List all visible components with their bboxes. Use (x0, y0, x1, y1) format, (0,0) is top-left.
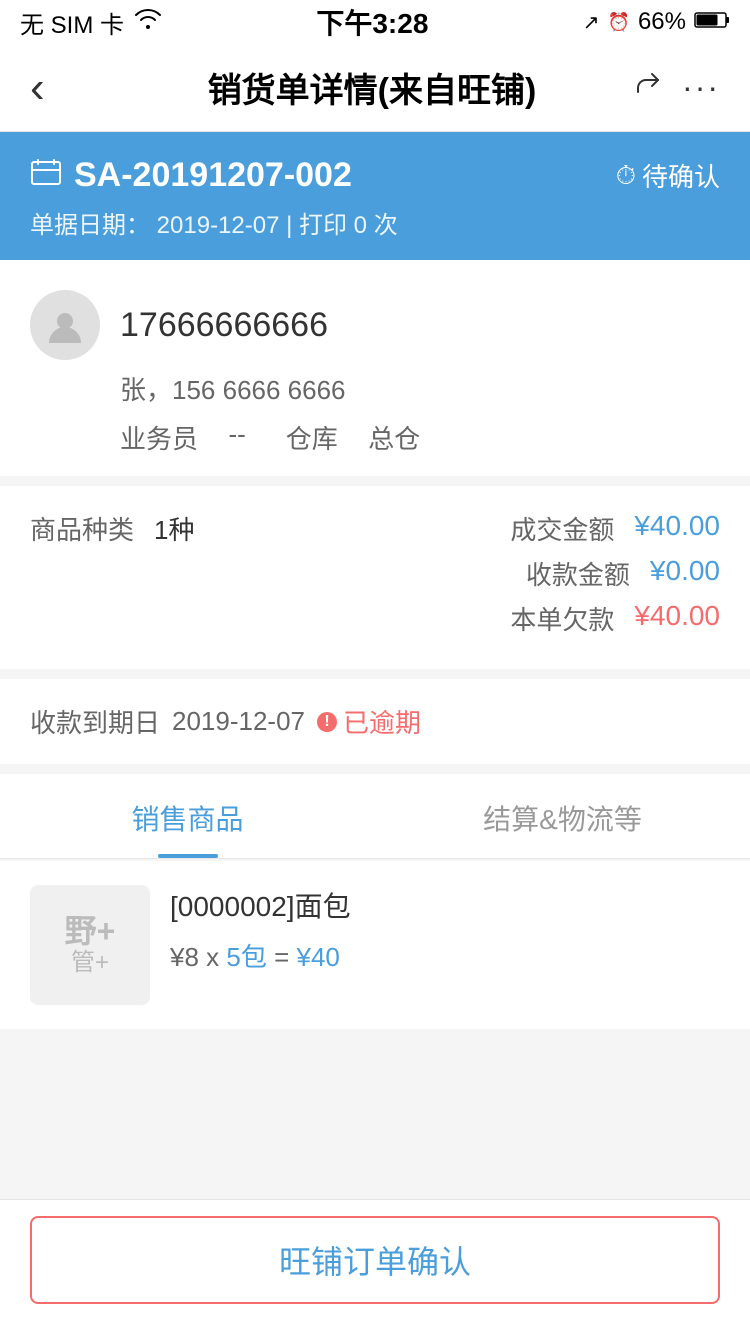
owed-value: ¥40.00 (634, 600, 720, 637)
amount-value: ¥40.00 (634, 510, 720, 547)
carrier-label: 无 SIM 卡 (20, 5, 124, 40)
overdue-text: 已逾期 (343, 703, 421, 740)
tabs-section: 销售商品 结算&物流等 (0, 774, 750, 859)
tab-sales-product[interactable]: 销售商品 (0, 774, 375, 858)
due-section: 收款到期日 2019-12-07 ! 已逾期 (0, 679, 750, 764)
product-name: [0000002]面包 (170, 885, 720, 925)
page-title: 销货单详情(来自旺铺) (110, 63, 634, 112)
bottom-bar: 旺铺订单确认 (0, 1199, 750, 1334)
quantity: 5包 (226, 942, 266, 972)
back-button[interactable]: ‹ (30, 63, 45, 113)
overdue-icon: ! (317, 712, 337, 732)
confirm-order-button[interactable]: 旺铺订单确认 (30, 1216, 720, 1304)
owed-row: 本单欠款 ¥40.00 (510, 600, 720, 637)
product-type-value: 1种 (154, 510, 194, 547)
due-date-value: 2019-12-07 (172, 706, 305, 737)
tab-settlement[interactable]: 结算&物流等 (375, 774, 750, 858)
share-icon[interactable] (634, 70, 662, 105)
product-type-label: 商品种类 (30, 510, 134, 547)
more-icon[interactable]: ··· (682, 69, 720, 106)
header-card-top: SA-20191207-002 ⏱ 待确认 (30, 156, 720, 195)
unit-price: ¥8 (170, 942, 199, 972)
nav-right: ··· (634, 69, 720, 106)
battery-label: 66% (638, 8, 686, 36)
order-status: ⏱ 待确认 (616, 157, 720, 194)
header-card: SA-20191207-002 ⏱ 待确认 单据日期： 2019-12-07 |… (0, 132, 750, 260)
nav-bar: ‹ 销货单详情(来自旺铺) ··· (0, 44, 750, 132)
nav-left: ‹ (30, 63, 110, 113)
customer-meta: 业务员 -- 仓库 总仓 (120, 419, 720, 456)
wifi-icon (134, 8, 162, 36)
product-section: 野+ 管+ [0000002]面包 ¥8 x 5包 = ¥40 (0, 861, 750, 1029)
avatar (30, 290, 100, 360)
summary-section: 商品种类 1种 成交金额 ¥40.00 收款金额 ¥0.00 本单欠款 ¥40.… (0, 486, 750, 669)
location-icon: ↗ (583, 10, 600, 35)
product-item: 野+ 管+ [0000002]面包 ¥8 x 5包 = ¥40 (0, 861, 750, 1029)
battery-icon (694, 8, 730, 36)
customer-section: 17666666666 张，156 6666 6666 业务员 -- 仓库 总仓 (0, 260, 750, 476)
warehouse-value: 总仓 (368, 419, 420, 456)
warehouse-label: 仓库 (286, 419, 338, 456)
status-clock-icon: ⏱ (616, 160, 636, 192)
order-number: SA-20191207-002 (74, 156, 352, 195)
equals-symbol: = (274, 942, 289, 972)
amount-row: 成交金额 ¥40.00 (510, 510, 720, 547)
product-price-detail: ¥8 x 5包 = ¥40 (170, 937, 720, 974)
status-text: 待确认 (642, 157, 720, 194)
status-bar-left: 无 SIM 卡 (20, 5, 162, 40)
status-bar-right: ↗ ⏰ 66% (583, 8, 730, 36)
overdue-badge: ! 已逾期 (317, 703, 421, 740)
product-info: [0000002]面包 ¥8 x 5包 = ¥40 (170, 885, 720, 974)
customer-row: 17666666666 (30, 290, 720, 360)
received-value: ¥0.00 (650, 555, 720, 592)
customer-phone: 17666666666 (120, 306, 328, 345)
owed-label: 本单欠款 (510, 600, 614, 637)
due-date-label: 收款到期日 (30, 703, 160, 740)
amount-label: 成交金额 (510, 510, 614, 547)
total-price: ¥40 (297, 942, 340, 972)
customer-name: 张，156 6666 6666 (120, 370, 720, 407)
status-bar-time: 下午3:28 (316, 2, 428, 42)
order-icon (30, 158, 62, 193)
order-date: 单据日期： 2019-12-07 | 打印 0 次 (30, 205, 720, 240)
product-thumbnail: 野+ 管+ (30, 885, 150, 1005)
summary-left: 商品种类 1种 (30, 510, 194, 547)
salesperson-value: -- (228, 419, 245, 456)
alarm-icon: ⏰ (608, 12, 630, 33)
salesperson-label: 业务员 (120, 419, 198, 456)
received-row: 收款金额 ¥0.00 (510, 555, 720, 592)
summary-right: 成交金额 ¥40.00 收款金额 ¥0.00 本单欠款 ¥40.00 (510, 510, 720, 645)
status-bar: 无 SIM 卡 下午3:28 ↗ ⏰ 66% (0, 0, 750, 44)
multiply-symbol: x (206, 942, 219, 972)
received-label: 收款金额 (526, 555, 630, 592)
tabs-row: 销售商品 结算&物流等 (0, 774, 750, 859)
